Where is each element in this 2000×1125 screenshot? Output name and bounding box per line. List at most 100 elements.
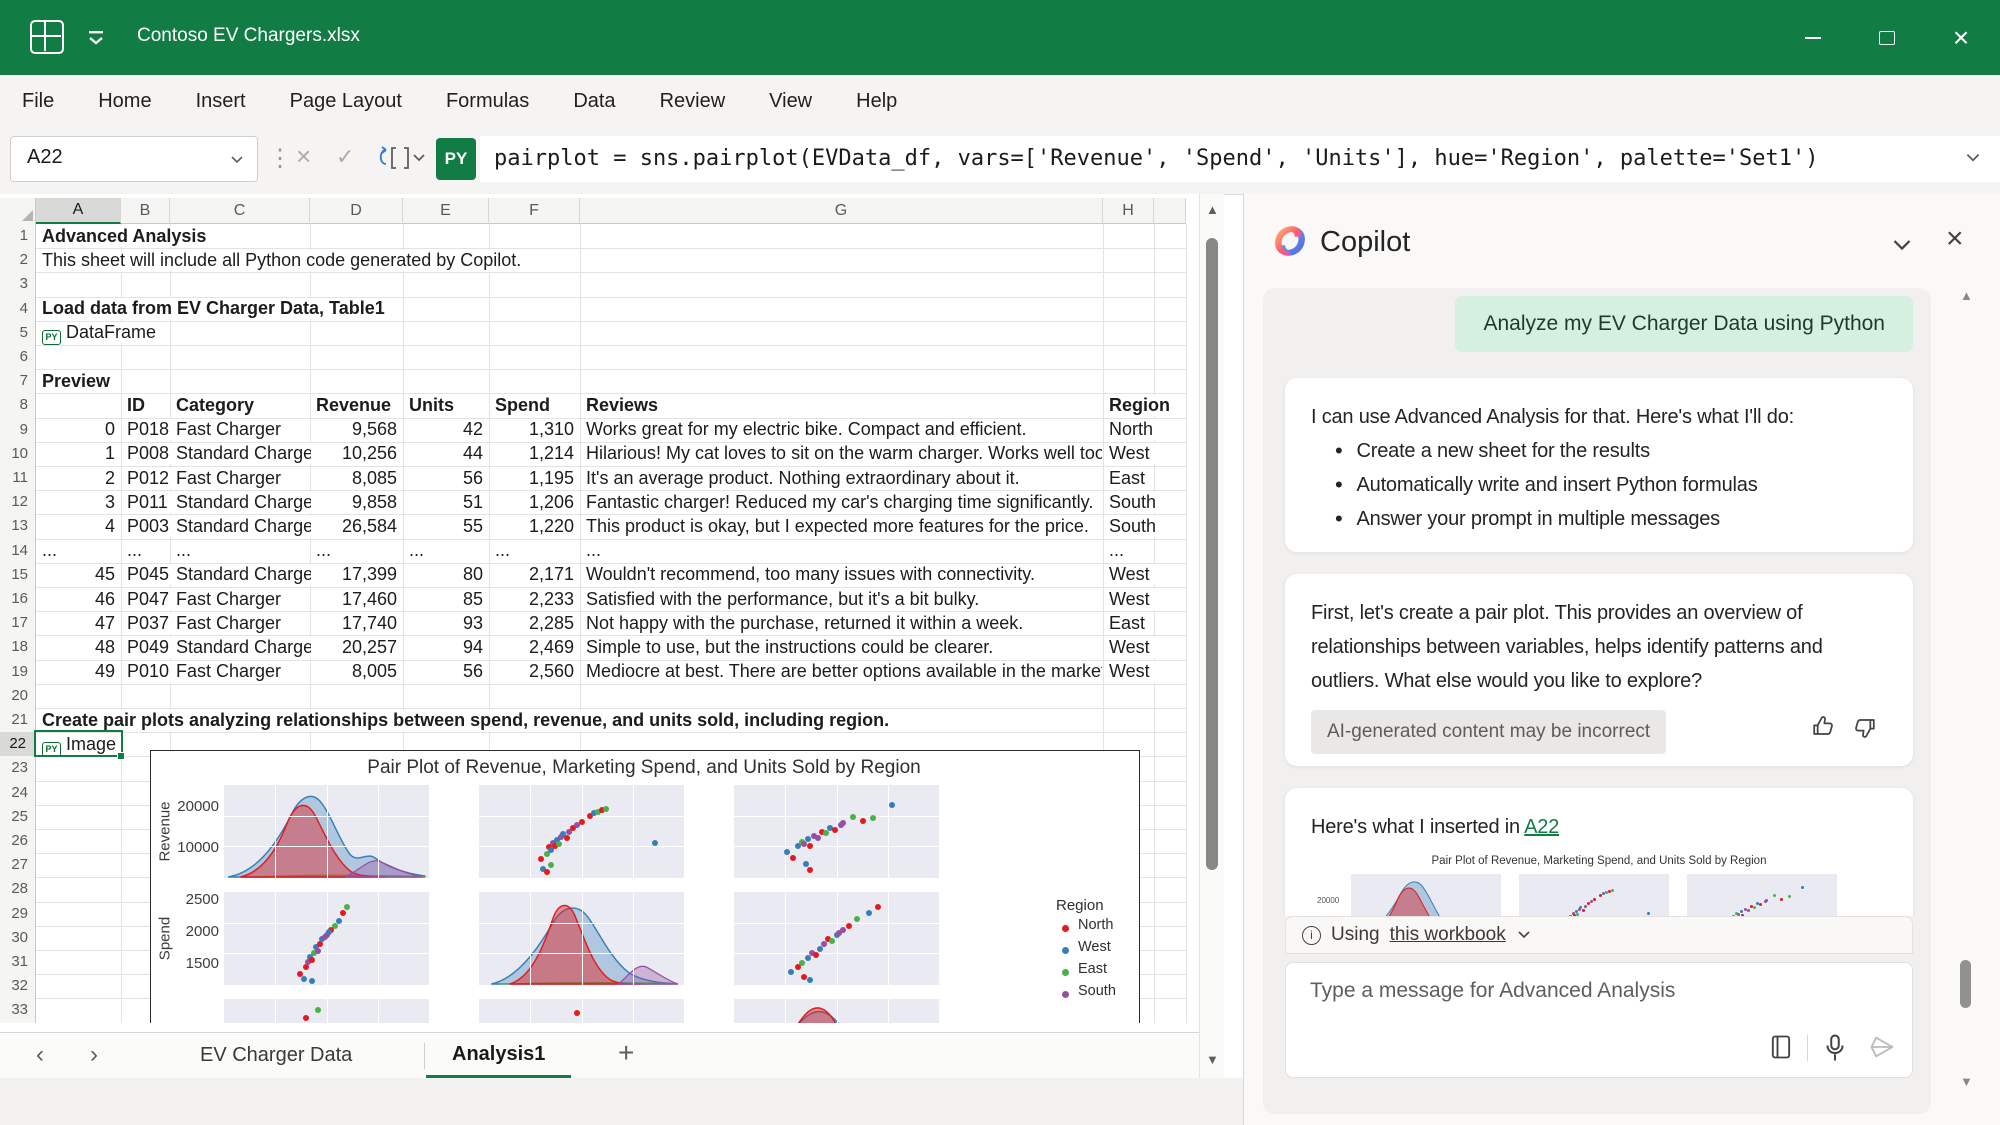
cell-A2[interactable]: This sheet will include all Python code … xyxy=(37,250,526,271)
cell-A10[interactable]: 1 xyxy=(37,443,120,464)
row-header-29[interactable]: 29 xyxy=(0,902,36,926)
cell-H11[interactable]: East xyxy=(1104,468,1150,489)
name-box[interactable]: A22 xyxy=(10,136,258,182)
cell-B13[interactable]: P003 xyxy=(122,516,174,537)
row-header-21[interactable]: 21 xyxy=(0,708,36,732)
ribbon-tab-home[interactable]: Home xyxy=(98,90,151,113)
name-box-chevron-icon[interactable] xyxy=(229,155,245,165)
panel-scroll-up-icon[interactable]: ▲ xyxy=(1960,288,1973,303)
name-box-splitter[interactable]: ⋮ xyxy=(268,144,292,173)
cell-C8[interactable]: Category xyxy=(171,395,259,416)
row-header-10[interactable]: 10 xyxy=(0,442,36,466)
ribbon-tab-data[interactable]: Data xyxy=(573,90,615,113)
cell-H12[interactable]: South xyxy=(1104,492,1161,513)
cell-E14[interactable]: ... xyxy=(404,540,429,561)
row-header-26[interactable]: 26 xyxy=(0,829,36,853)
workbook-context-link[interactable]: this workbook xyxy=(1390,924,1506,946)
row-header-3[interactable]: 3 xyxy=(0,272,36,296)
cell-A19[interactable]: 49 xyxy=(37,661,120,682)
cell-H17[interactable]: East xyxy=(1104,613,1150,634)
thumbs-up-icon[interactable] xyxy=(1811,714,1835,738)
cell-A12[interactable]: 3 xyxy=(37,492,120,513)
row-header-24[interactable]: 24 xyxy=(0,781,36,805)
row-header-32[interactable]: 32 xyxy=(0,974,36,998)
cell-D12[interactable]: 9,858 xyxy=(311,492,402,513)
cell-D19[interactable]: 8,005 xyxy=(311,661,402,682)
cell-D14[interactable]: ... xyxy=(311,540,336,561)
cell-E15[interactable]: 80 xyxy=(404,564,488,585)
row-header-28[interactable]: 28 xyxy=(0,877,36,901)
cell-C18[interactable]: Standard Charger xyxy=(171,637,324,658)
row-header-19[interactable]: 19 xyxy=(0,660,36,684)
column-header-G[interactable]: G xyxy=(580,198,1103,224)
row-header-25[interactable]: 25 xyxy=(0,805,36,829)
context-chevron-icon[interactable] xyxy=(1516,930,1532,940)
ribbon-tab-view[interactable]: View xyxy=(769,90,812,113)
cell-F8[interactable]: Spend xyxy=(490,395,555,416)
panel-scroll-down-icon[interactable]: ▼ xyxy=(1960,1074,1973,1089)
scroll-up-icon[interactable]: ▲ xyxy=(1206,202,1219,217)
cell-H19[interactable]: West xyxy=(1104,661,1155,682)
maximize-button[interactable] xyxy=(1858,18,1916,58)
cell-D15[interactable]: 17,399 xyxy=(311,564,402,585)
confirm-entry-icon[interactable]: ✓ xyxy=(336,144,354,170)
row-header-15[interactable]: 15 xyxy=(0,563,36,587)
cell-G12[interactable]: Fantastic charger! Reduced my car's char… xyxy=(581,492,1102,513)
cell-B10[interactable]: P008 xyxy=(122,443,174,464)
cell-C11[interactable]: Fast Charger xyxy=(171,468,286,489)
cell-G14[interactable]: ... xyxy=(581,540,1102,561)
microphone-icon[interactable] xyxy=(1822,1033,1848,1063)
cell-D9[interactable]: 9,568 xyxy=(311,419,402,440)
ribbon-tab-formulas[interactable]: Formulas xyxy=(446,90,529,113)
cell-C19[interactable]: Fast Charger xyxy=(171,661,286,682)
cell-C10[interactable]: Standard Charger xyxy=(171,443,324,464)
ribbon-tab-insert[interactable]: Insert xyxy=(196,90,246,113)
column-header-H[interactable]: H xyxy=(1103,198,1154,224)
fill-handle[interactable] xyxy=(117,752,125,760)
python-insert-icon[interactable] xyxy=(374,144,426,174)
sheet-tab-analysis1-active[interactable]: Analysis1 xyxy=(426,1033,571,1078)
cell-F12[interactable]: 1,206 xyxy=(490,492,579,513)
cell-E13[interactable]: 55 xyxy=(404,516,488,537)
row-header-2[interactable]: 2 xyxy=(0,248,36,272)
prev-sheet-icon[interactable]: ‹ xyxy=(36,1041,44,1069)
row-header-9[interactable]: 9 xyxy=(0,418,36,442)
cell-E16[interactable]: 85 xyxy=(404,589,488,610)
collapse-panel-chevron-icon[interactable] xyxy=(1890,238,1914,253)
cell-D11[interactable]: 8,085 xyxy=(311,468,402,489)
cell-D18[interactable]: 20,257 xyxy=(311,637,402,658)
cell-H10[interactable]: West xyxy=(1104,443,1155,464)
row-header-16[interactable]: 16 xyxy=(0,587,36,611)
cell-F16[interactable]: 2,233 xyxy=(490,589,579,610)
panel-scrollbar-thumb[interactable] xyxy=(1960,960,1971,1008)
cell-B8[interactable]: ID xyxy=(122,395,150,416)
cell-G8[interactable]: Reviews xyxy=(581,395,663,416)
row-header-5[interactable]: 5 xyxy=(0,321,36,345)
row-header-33[interactable]: 33 xyxy=(0,998,36,1022)
cell-G17[interactable]: Not happy with the purchase, returned it… xyxy=(581,613,1102,634)
cell-B19[interactable]: P010 xyxy=(122,661,174,682)
row-header-13[interactable]: 13 xyxy=(0,514,36,538)
close-window-button[interactable]: × xyxy=(1932,18,1990,58)
cell-G9[interactable]: Works great for my electric bike. Compac… xyxy=(581,419,1102,440)
cell-A13[interactable]: 4 xyxy=(37,516,120,537)
cell-A1[interactable]: Advanced Analysis xyxy=(37,226,211,247)
cell-A7[interactable]: Preview xyxy=(37,371,115,392)
cell-C13[interactable]: Standard Charger xyxy=(171,516,324,537)
row-header-20[interactable]: 20 xyxy=(0,684,36,708)
cell-E11[interactable]: 56 xyxy=(404,468,488,489)
cell-E18[interactable]: 94 xyxy=(404,637,488,658)
minimize-button[interactable] xyxy=(1784,18,1842,58)
cell-B16[interactable]: P047 xyxy=(122,589,174,610)
row-header-30[interactable]: 30 xyxy=(0,926,36,950)
cell-H15[interactable]: West xyxy=(1104,564,1155,585)
cell-F13[interactable]: 1,220 xyxy=(490,516,579,537)
column-header-C[interactable]: C xyxy=(170,198,310,224)
column-header-A[interactable]: A xyxy=(36,198,121,224)
row-header-1[interactable]: 1 xyxy=(0,224,36,248)
formula-text[interactable]: pairplot = sns.pairplot(EVData_df, vars=… xyxy=(494,136,1819,182)
cell-D13[interactable]: 26,584 xyxy=(311,516,402,537)
cell-A4[interactable]: Load data from EV Charger Data, Table1 xyxy=(37,298,390,319)
next-sheet-icon[interactable]: › xyxy=(90,1041,98,1069)
cell-E17[interactable]: 93 xyxy=(404,613,488,634)
